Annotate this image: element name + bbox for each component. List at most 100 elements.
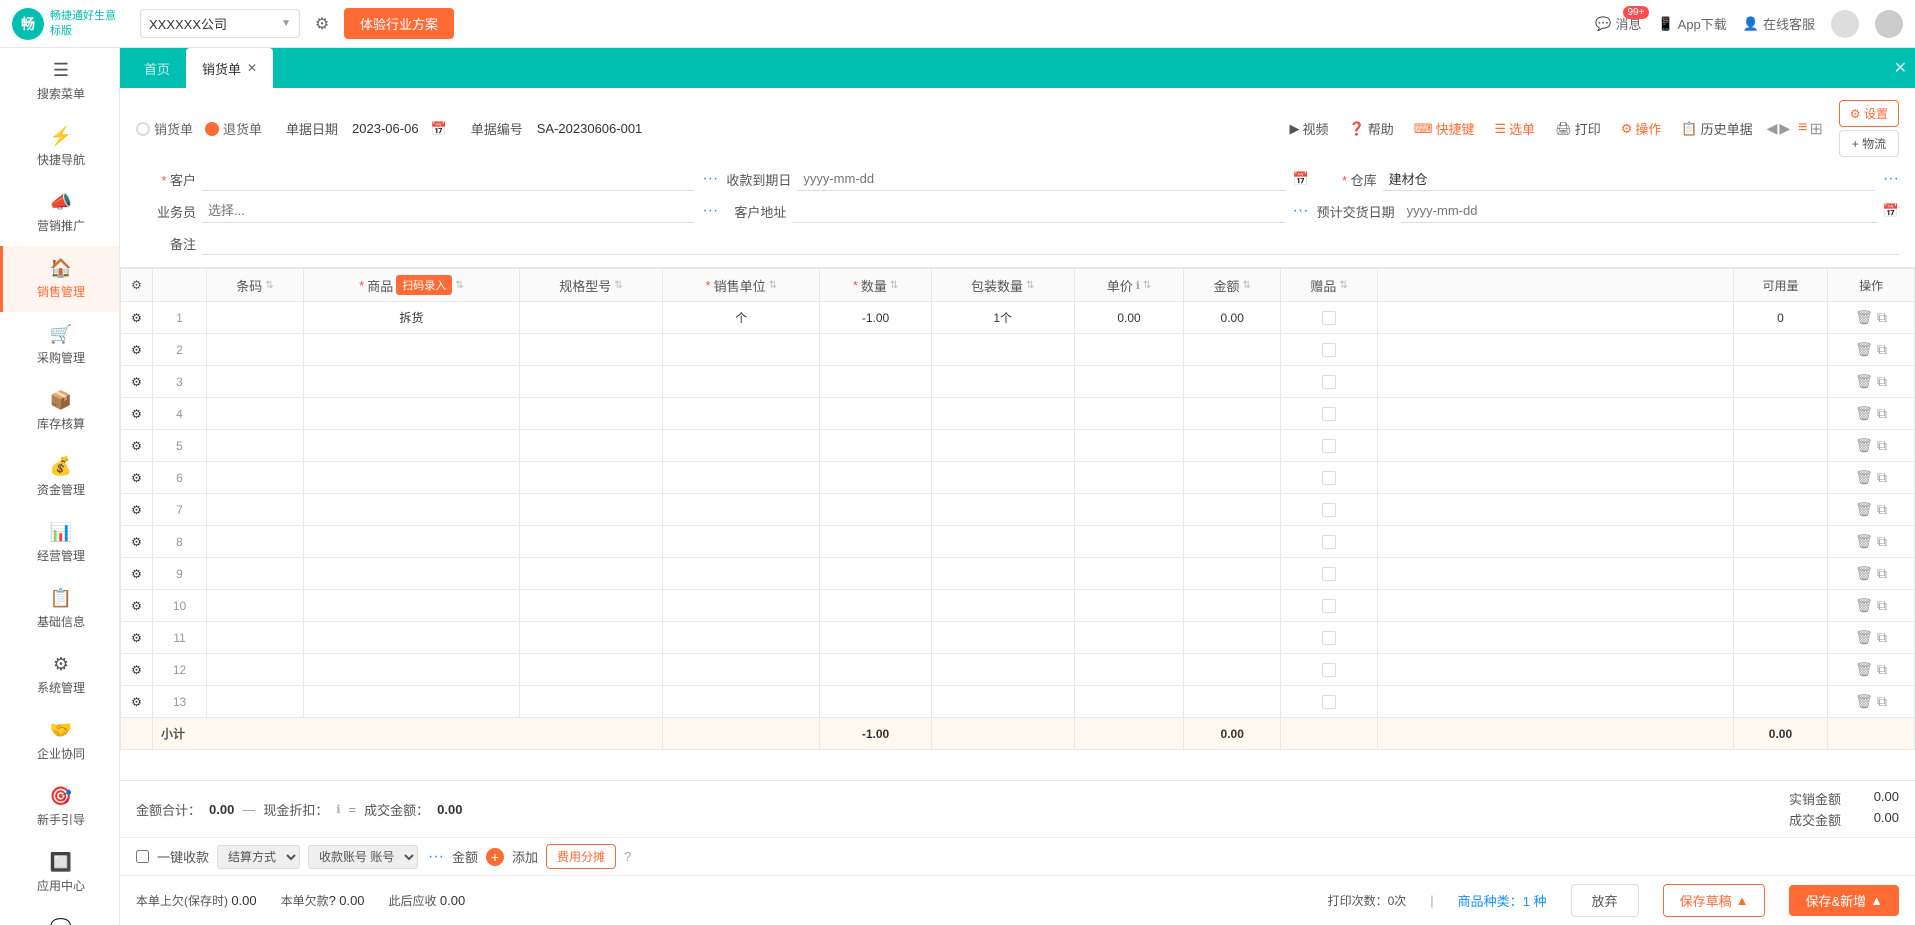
date-calendar-icon[interactable]: 📅: [431, 121, 447, 137]
copy-icon[interactable]: ⧉: [1877, 309, 1887, 326]
delete-icon[interactable]: 🗑: [1855, 597, 1873, 614]
sidebar-item-inventory[interactable]: 📦 库存核算: [0, 378, 119, 444]
online-support-link[interactable]: 👤 在线客服: [1743, 14, 1815, 33]
discount-info-icon[interactable]: ℹ: [336, 803, 340, 816]
delete-icon[interactable]: 🗑: [1855, 309, 1873, 326]
save-new-button[interactable]: 保存&新增 ▲: [1789, 885, 1899, 916]
save-draft-button[interactable]: 保存草稿 ▲: [1663, 884, 1766, 917]
sidebar-item-wechat[interactable]: 💬 企业微信: [0, 906, 119, 925]
delete-icon[interactable]: 🗑: [1855, 373, 1873, 390]
sidebar-item-quick-nav[interactable]: ⚡ 快捷导航: [0, 114, 119, 180]
scan-button[interactable]: 扫码录入: [396, 275, 452, 295]
sidebar-item-guide[interactable]: 🎯 新手引导: [0, 774, 119, 840]
row-unit[interactable]: 个: [663, 302, 820, 334]
video-btn[interactable]: ▶ 视频: [1284, 116, 1335, 141]
copy-icon[interactable]: ⧉: [1877, 373, 1887, 390]
customer-dots-icon[interactable]: ···: [702, 170, 718, 188]
select-order-btn[interactable]: ☰ 选单: [1489, 116, 1542, 141]
product-sort-icon[interactable]: ⇅: [455, 280, 463, 291]
sidebar-item-marketing[interactable]: 📣 营销推广: [0, 180, 119, 246]
sidebar-item-search[interactable]: ☰ 搜索菜单: [0, 48, 119, 114]
message-button[interactable]: 💬 消息 99+: [1595, 14, 1641, 33]
payment-account-select[interactable]: 收款账号 账号: [308, 845, 418, 869]
unit-sort-icon[interactable]: ⇅: [769, 280, 777, 291]
copy-icon[interactable]: ⧉: [1877, 533, 1887, 550]
print-btn[interactable]: 🖨 打印: [1549, 116, 1607, 141]
copy-icon[interactable]: ⧉: [1877, 693, 1887, 710]
row-amount[interactable]: 0.00: [1184, 302, 1281, 334]
logistics-btn[interactable]: + 物流: [1839, 130, 1899, 157]
tab-close-all-icon[interactable]: ✕: [1894, 58, 1907, 78]
app-download-link[interactable]: 📱 App下载: [1657, 14, 1726, 33]
row-gift[interactable]: [1281, 302, 1378, 334]
tab-sales-order[interactable]: 销货单 ✕: [186, 48, 273, 88]
copy-icon[interactable]: ⧉: [1877, 597, 1887, 614]
sidebar-item-apps[interactable]: 🔲 应用中心: [0, 840, 119, 906]
sidebar-item-finance[interactable]: 💰 资金管理: [0, 444, 119, 510]
add-payment-button[interactable]: +: [486, 848, 504, 866]
amount-sort-icon[interactable]: ⇅: [1243, 280, 1251, 291]
settings-icon[interactable]: ⚙: [308, 10, 336, 38]
delete-icon[interactable]: 🗑: [1855, 533, 1873, 550]
warehouse-dots-icon[interactable]: ···: [1883, 170, 1899, 188]
copy-icon[interactable]: ⧉: [1877, 629, 1887, 646]
copy-icon[interactable]: ⧉: [1877, 405, 1887, 422]
row-spec[interactable]: [519, 302, 662, 334]
one-click-checkbox[interactable]: [136, 850, 149, 863]
delete-icon[interactable]: 🗑: [1855, 693, 1873, 710]
customer-input[interactable]: [202, 167, 694, 191]
expected-date-input[interactable]: [1401, 199, 1877, 223]
sidebar-item-operations[interactable]: 📊 经营管理: [0, 510, 119, 576]
avatar-2[interactable]: [1875, 10, 1903, 38]
radio-return[interactable]: 退货单: [205, 119, 262, 138]
history-btn[interactable]: 📋 历史单据: [1675, 116, 1758, 141]
row-settings[interactable]: ⚙: [121, 334, 153, 366]
remark-input[interactable]: [202, 231, 1899, 255]
delete-icon[interactable]: 🗑: [1855, 437, 1873, 454]
customer-addr-input[interactable]: [792, 199, 1284, 223]
row-product[interactable]: 拆货: [303, 302, 519, 334]
spec-sort-icon[interactable]: ⇅: [614, 280, 622, 291]
gift-sort-icon[interactable]: ⇅: [1339, 280, 1347, 291]
account-dots-icon[interactable]: ···: [428, 848, 444, 866]
radio-sales[interactable]: 销货单: [136, 119, 193, 138]
trial-button[interactable]: 体验行业方案: [344, 8, 454, 39]
prev-arrow[interactable]: ◀: [1767, 120, 1778, 137]
copy-icon[interactable]: ⧉: [1877, 661, 1887, 678]
list-view-btn[interactable]: ≡: [1798, 119, 1807, 139]
owe-info-icon[interactable]: ?: [329, 893, 336, 908]
copy-icon[interactable]: ⧉: [1877, 565, 1887, 582]
expense-split-button[interactable]: 费用分摊: [546, 844, 616, 869]
delete-icon[interactable]: 🗑: [1855, 661, 1873, 678]
th-settings[interactable]: ⚙: [121, 269, 153, 302]
delete-icon[interactable]: 🗑: [1855, 565, 1873, 582]
price-info-icon[interactable]: ℹ: [1136, 279, 1140, 292]
row-quantity[interactable]: -1.00: [820, 302, 931, 334]
row-pkg-qty[interactable]: 1个: [931, 302, 1074, 334]
company-selector[interactable]: XXXXXX公司 ▼: [140, 9, 300, 38]
sidebar-item-sales[interactable]: 🏠 销售管理: [0, 246, 119, 312]
delete-icon[interactable]: 🗑: [1855, 341, 1873, 358]
delete-icon[interactable]: 🗑: [1855, 469, 1873, 486]
qty-sort-icon[interactable]: ⇅: [890, 280, 898, 291]
expected-date-calendar-icon[interactable]: 📅: [1883, 203, 1899, 219]
copy-icon[interactable]: ⧉: [1877, 341, 1887, 358]
pkgqty-sort-icon[interactable]: ⇅: [1026, 280, 1034, 291]
delete-icon[interactable]: 🗑: [1855, 501, 1873, 518]
addr-dots-icon[interactable]: ···: [1293, 202, 1309, 220]
sidebar-item-basics[interactable]: 📋 基础信息: [0, 576, 119, 642]
gift-checkbox[interactable]: [1322, 311, 1336, 325]
salesperson-dots-icon[interactable]: ···: [702, 202, 718, 220]
row-barcode[interactable]: [207, 302, 304, 334]
form-settings-btn[interactable]: ⚙ 设置: [1839, 100, 1899, 127]
delete-icon[interactable]: 🗑: [1855, 405, 1873, 422]
salesperson-input[interactable]: [202, 199, 694, 223]
copy-icon[interactable]: ⧉: [1877, 437, 1887, 454]
expense-help-icon[interactable]: ?: [624, 849, 631, 864]
barcode-sort-icon[interactable]: ⇅: [265, 280, 273, 291]
warehouse-input[interactable]: [1383, 167, 1875, 191]
tab-close-icon[interactable]: ✕: [247, 61, 257, 75]
abandon-button[interactable]: 放弃: [1571, 884, 1639, 917]
next-arrow[interactable]: ▶: [1779, 120, 1790, 137]
price-sort-icon[interactable]: ⇅: [1143, 280, 1151, 291]
